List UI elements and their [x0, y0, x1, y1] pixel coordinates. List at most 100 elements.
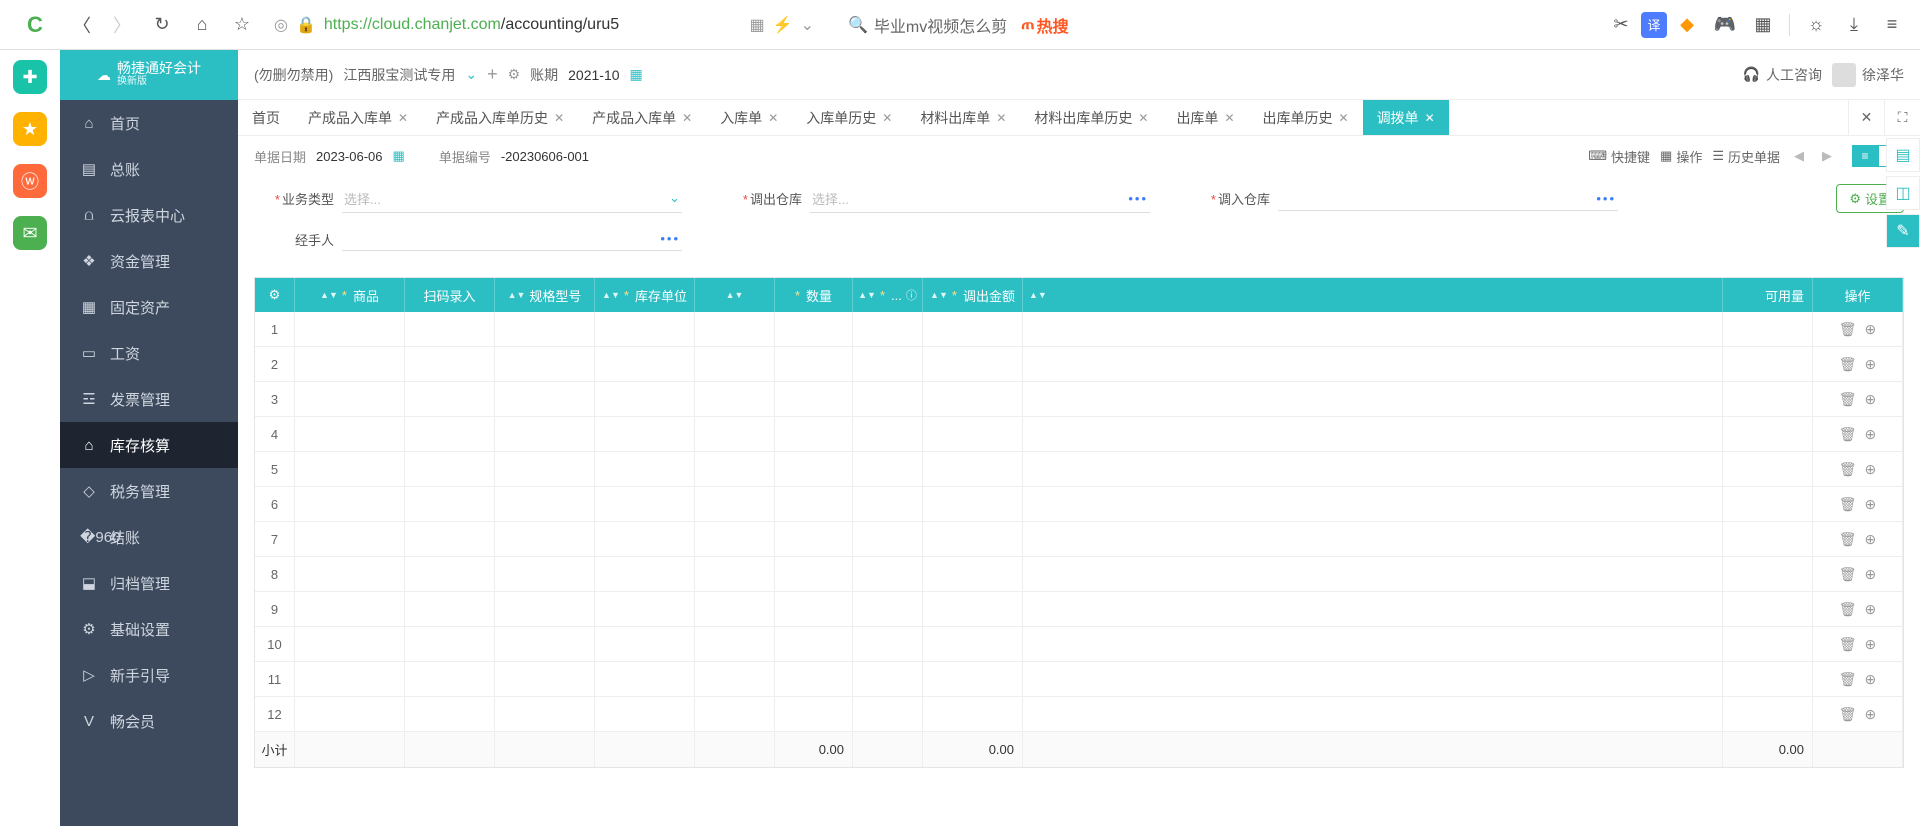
- prev-doc-button[interactable]: ◀: [1790, 148, 1808, 164]
- th-scan[interactable]: 扫码录入: [405, 278, 495, 312]
- scissors-icon[interactable]: ✂: [1603, 7, 1639, 43]
- history-button[interactable]: ☰历史单据: [1712, 147, 1780, 166]
- back-button[interactable]: 〈: [64, 7, 100, 43]
- dock-app-1[interactable]: ✚: [13, 60, 47, 94]
- rail-btn-2[interactable]: ◫: [1886, 176, 1920, 210]
- chevron-down-icon[interactable]: ⌄: [801, 15, 814, 35]
- user-menu[interactable]: 徐泽华: [1832, 63, 1904, 87]
- tab-10[interactable]: 调拨单✕: [1363, 100, 1449, 135]
- sidebar-item-10[interactable]: ⬓归档管理: [60, 560, 238, 606]
- next-doc-button[interactable]: ▶: [1818, 148, 1836, 164]
- delete-icon[interactable]: 🗑: [1839, 356, 1857, 373]
- table-row[interactable]: 3🗑⊕: [255, 382, 1903, 417]
- tab-8[interactable]: 出库单✕: [1162, 100, 1248, 135]
- sidebar-item-1[interactable]: ▤总账: [60, 146, 238, 192]
- sidebar-item-3[interactable]: ❖资金管理: [60, 238, 238, 284]
- operate-button[interactable]: ▦操作: [1660, 147, 1702, 166]
- out-warehouse-select[interactable]: 选择...•••: [810, 185, 1150, 213]
- table-row[interactable]: 8🗑⊕: [255, 557, 1903, 592]
- close-icon[interactable]: ✕: [1339, 111, 1349, 125]
- add-row-icon[interactable]: ⊕: [1865, 426, 1877, 443]
- shortcut-button[interactable]: ⌨快捷键: [1588, 147, 1650, 166]
- close-icon[interactable]: ✕: [1425, 111, 1435, 125]
- close-icon[interactable]: ✕: [1138, 111, 1148, 125]
- table-row[interactable]: 9🗑⊕: [255, 592, 1903, 627]
- tab-3[interactable]: 产成品入库单✕: [578, 100, 706, 135]
- delete-icon[interactable]: 🗑: [1839, 461, 1857, 478]
- delete-icon[interactable]: 🗑: [1839, 636, 1857, 653]
- add-row-icon[interactable]: ⊕: [1865, 636, 1877, 653]
- sidebar-item-11[interactable]: ⚙基础设置: [60, 606, 238, 652]
- add-icon[interactable]: +: [487, 64, 498, 85]
- delete-icon[interactable]: 🗑: [1839, 671, 1857, 688]
- add-row-icon[interactable]: ⊕: [1865, 356, 1877, 373]
- sidebar-item-4[interactable]: ▦固定资产: [60, 284, 238, 330]
- close-icon[interactable]: ✕: [554, 111, 564, 125]
- sidebar-item-9[interactable]: �960结账: [60, 514, 238, 560]
- th-product[interactable]: ▲▼*商品: [295, 278, 405, 312]
- close-icon[interactable]: ✕: [996, 111, 1006, 125]
- home-button[interactable]: ⌂: [184, 7, 220, 43]
- delete-icon[interactable]: 🗑: [1839, 566, 1857, 583]
- biz-type-select[interactable]: 选择...⌄: [342, 185, 682, 213]
- add-row-icon[interactable]: ⊕: [1865, 461, 1877, 478]
- sidebar-item-6[interactable]: ☲发票管理: [60, 376, 238, 422]
- close-icon[interactable]: ✕: [1224, 111, 1234, 125]
- close-icon[interactable]: ✕: [882, 111, 892, 125]
- tab-5[interactable]: 入库单历史✕: [792, 100, 906, 135]
- delete-icon[interactable]: 🗑: [1839, 496, 1857, 513]
- gear-icon[interactable]: ⚙: [508, 66, 521, 83]
- calendar-icon[interactable]: ▦: [393, 148, 405, 164]
- delete-icon[interactable]: 🗑: [1839, 426, 1857, 443]
- tab-2[interactable]: 产成品入库单历史✕: [422, 100, 578, 135]
- apps-icon[interactable]: ▦: [1745, 7, 1781, 43]
- tab-0[interactable]: 首页: [238, 100, 294, 135]
- view-list-button[interactable]: ≡: [1852, 145, 1878, 167]
- rail-btn-1[interactable]: ▤: [1886, 138, 1920, 172]
- dock-app-4[interactable]: ✉: [13, 216, 47, 250]
- delete-icon[interactable]: 🗑: [1839, 531, 1857, 548]
- th-available[interactable]: 可用量: [1723, 278, 1813, 312]
- table-row[interactable]: 7🗑⊕: [255, 522, 1903, 557]
- th-price[interactable]: ▲▼*...ⓘ: [853, 278, 923, 312]
- table-row[interactable]: 2🗑⊕: [255, 347, 1903, 382]
- reload-button[interactable]: ↻: [144, 7, 180, 43]
- app-logo[interactable]: ☁ 畅捷通好会计 换新版: [60, 50, 238, 100]
- table-row[interactable]: 11🗑⊕: [255, 662, 1903, 697]
- sidebar-item-12[interactable]: ▷新手引导: [60, 652, 238, 698]
- search-box[interactable]: 🔍 毕业mv视频怎么剪: [848, 13, 1007, 37]
- close-icon[interactable]: ✕: [398, 111, 408, 125]
- sidebar-item-8[interactable]: ◇税务管理: [60, 468, 238, 514]
- tab-6[interactable]: 材料出库单✕: [906, 100, 1020, 135]
- sidebar-item-13[interactable]: V畅会员: [60, 698, 238, 744]
- sidebar-item-2[interactable]: ⩍云报表中心: [60, 192, 238, 238]
- shield-orange-icon[interactable]: ◆: [1669, 7, 1705, 43]
- hot-search-tag[interactable]: ጠ热搜: [1021, 13, 1068, 37]
- add-row-icon[interactable]: ⊕: [1865, 496, 1877, 513]
- add-row-icon[interactable]: ⊕: [1865, 706, 1877, 723]
- add-row-icon[interactable]: ⊕: [1865, 321, 1877, 338]
- delete-icon[interactable]: 🗑: [1839, 601, 1857, 618]
- tab-expand[interactable]: ⛶: [1884, 100, 1920, 135]
- tab-close-all[interactable]: ✕: [1848, 100, 1884, 135]
- add-row-icon[interactable]: ⊕: [1865, 566, 1877, 583]
- sidebar-item-5[interactable]: ▭工资: [60, 330, 238, 376]
- table-row[interactable]: 12🗑⊕: [255, 697, 1903, 732]
- tab-9[interactable]: 出库单历史✕: [1249, 100, 1363, 135]
- close-icon[interactable]: ✕: [768, 111, 778, 125]
- chevron-down-icon[interactable]: ⌄: [465, 66, 477, 83]
- th-amount[interactable]: ▲▼*调出金额: [923, 278, 1023, 312]
- dock-app-2[interactable]: ★: [13, 112, 47, 146]
- table-row[interactable]: 4🗑⊕: [255, 417, 1903, 452]
- delete-icon[interactable]: 🗑: [1839, 706, 1857, 723]
- tab-1[interactable]: 产成品入库单✕: [294, 100, 422, 135]
- download-icon[interactable]: ⤓: [1836, 7, 1872, 43]
- theme-icon[interactable]: ☼: [1798, 7, 1834, 43]
- close-icon[interactable]: ✕: [682, 111, 692, 125]
- table-row[interactable]: 10🗑⊕: [255, 627, 1903, 662]
- table-row[interactable]: 1🗑⊕: [255, 312, 1903, 347]
- consult-link[interactable]: 🎧人工咨询: [1743, 65, 1822, 85]
- th-qty[interactable]: *数量: [775, 278, 853, 312]
- game-icon[interactable]: 🎮: [1707, 7, 1743, 43]
- flash-icon[interactable]: ⚡: [773, 15, 793, 35]
